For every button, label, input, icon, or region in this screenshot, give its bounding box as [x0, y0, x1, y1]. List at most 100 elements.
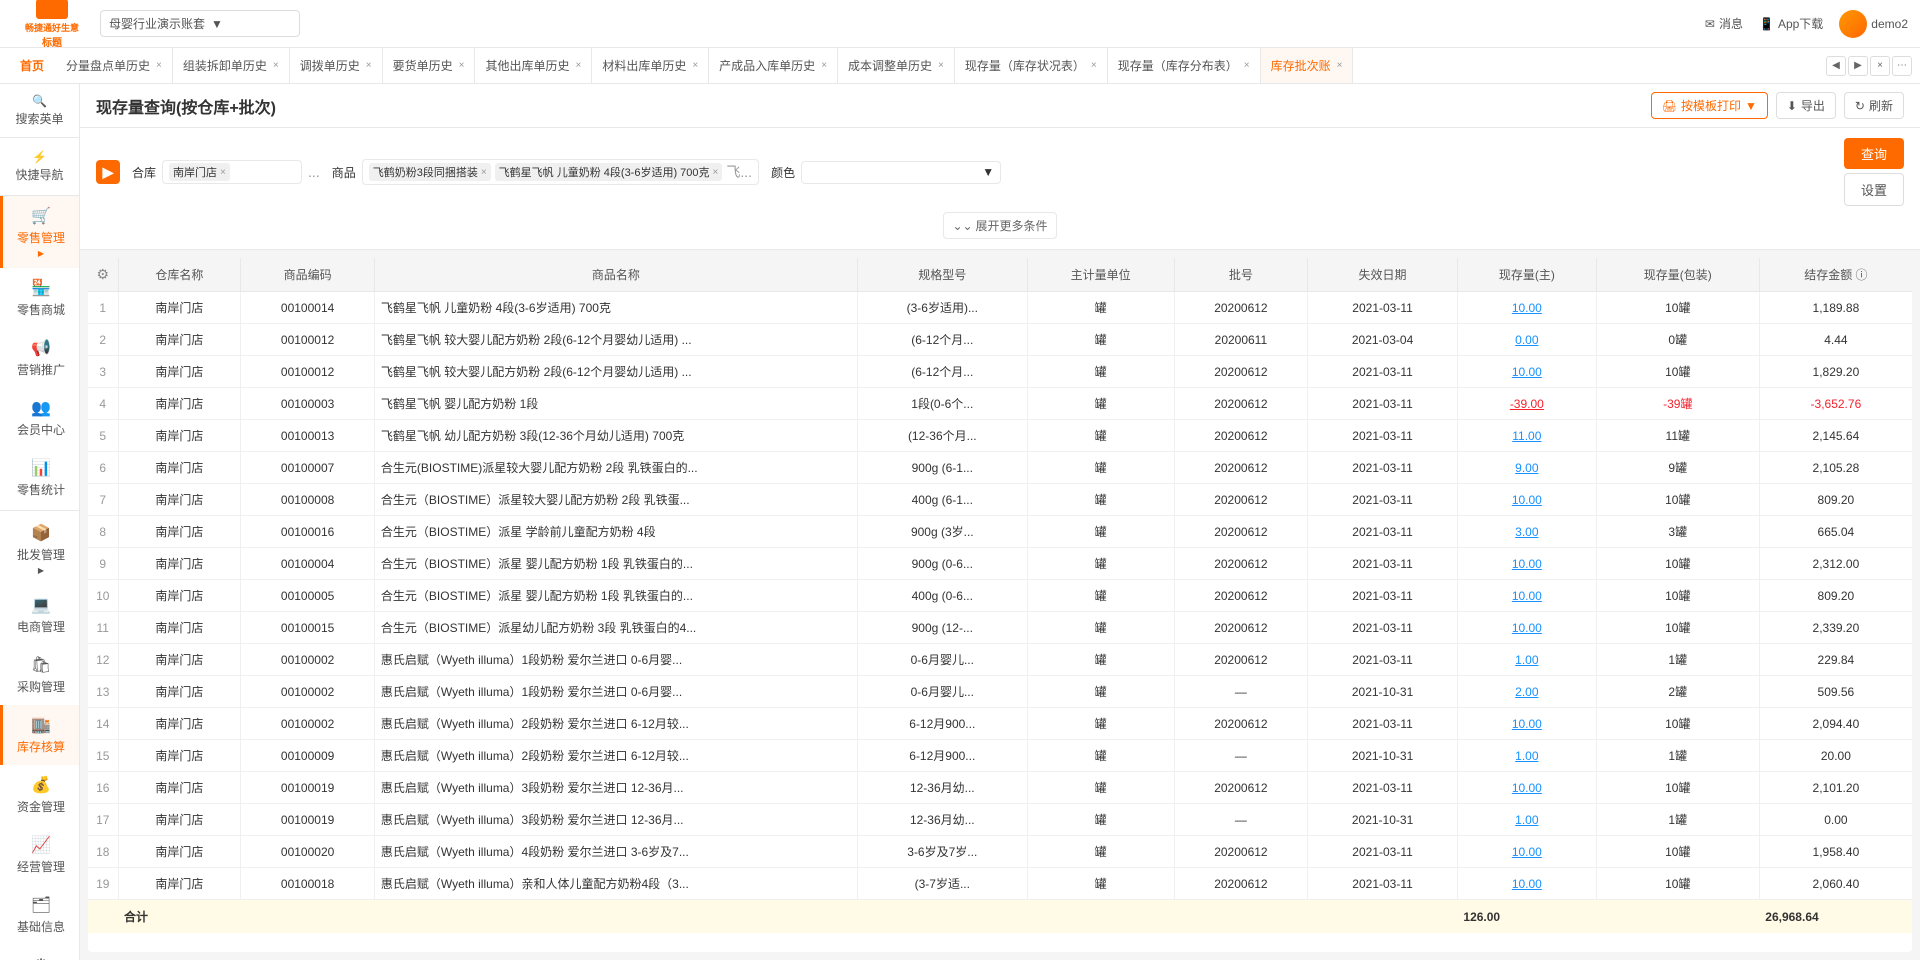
sidebar-item-retail-mgmt[interactable]: 🛒 零售管理 ▶: [0, 196, 79, 268]
row-qty-main[interactable]: 10.00: [1457, 868, 1596, 900]
tab-3-close-icon[interactable]: ×: [366, 60, 372, 71]
row-qty-main[interactable]: 10.00: [1457, 612, 1596, 644]
tab-prev-btn[interactable]: ◀: [1826, 56, 1846, 76]
tab-6-close-icon[interactable]: ×: [692, 60, 698, 71]
row-batch: 20200611: [1174, 324, 1308, 356]
row-qty-main[interactable]: 11.00: [1457, 420, 1596, 452]
sidebar-item-inventory[interactable]: 🏬 库存核算: [0, 705, 79, 765]
tab-next-btn[interactable]: ▶: [1848, 56, 1868, 76]
row-qty-pkg: 1罐: [1596, 804, 1759, 836]
row-qty-main[interactable]: 3.00: [1457, 516, 1596, 548]
row-qty-main[interactable]: 10.00: [1457, 484, 1596, 516]
sidebar-item-system[interactable]: ⚙ 系统管理: [0, 945, 79, 960]
messages-btn[interactable]: ✉ 消息: [1705, 15, 1743, 32]
row-qty-main[interactable]: 9.00: [1457, 452, 1596, 484]
tab-7-close-icon[interactable]: ×: [821, 60, 827, 71]
tab-4-label: 要货单历史: [393, 57, 453, 74]
refresh-btn[interactable]: ↻ 刷新: [1844, 92, 1904, 119]
row-expiry: 2021-03-11: [1308, 292, 1458, 324]
row-qty-main[interactable]: 0.00: [1457, 324, 1596, 356]
table-row: 12 南岸门店 00100002 惠氏启赋（Wyeth illuma）1段奶粉 …: [88, 644, 1912, 676]
row-warehouse: 南岸门店: [118, 676, 241, 708]
tab-11-close-icon[interactable]: ×: [1337, 60, 1343, 71]
tab-5-close-icon[interactable]: ×: [575, 60, 581, 71]
warehouse-tags-input[interactable]: 南岸门店 ×: [162, 160, 302, 184]
sidebar-item-basics[interactable]: 🗂 基础信息: [0, 885, 79, 945]
expand-more-btn[interactable]: ⌄⌄ 展开更多条件: [943, 212, 1056, 239]
product-tag-1-close-icon[interactable]: ×: [713, 167, 719, 178]
row-qty-main[interactable]: 10.00: [1457, 548, 1596, 580]
row-qty-main[interactable]: 2.00: [1457, 676, 1596, 708]
sidebar-item-retail-mall[interactable]: 🏪 零售商城: [0, 268, 79, 328]
sidebar-item-operations[interactable]: 📈 经营管理: [0, 825, 79, 885]
row-qty-main[interactable]: -39.00: [1457, 388, 1596, 420]
row-batch: —: [1174, 740, 1308, 772]
sidebar-item-finance[interactable]: 💰 资金管理: [0, 765, 79, 825]
tab-close-btn[interactable]: ×: [1870, 56, 1890, 76]
tab-2[interactable]: 组装拆卸单历史 ×: [173, 48, 290, 84]
row-qty-main[interactable]: 1.00: [1457, 804, 1596, 836]
row-qty-main[interactable]: 10.00: [1457, 836, 1596, 868]
tab-8-label: 成本调整单历史: [848, 57, 932, 74]
filter-expand-btn[interactable]: ▶: [96, 160, 120, 184]
query-btn[interactable]: 查询: [1844, 138, 1904, 169]
page-title: 现存量查询(按仓库+批次): [96, 94, 1651, 118]
row-qty-main[interactable]: 10.00: [1457, 580, 1596, 612]
warehouse-label: 合库: [132, 164, 156, 181]
row-qty-main[interactable]: 1.00: [1457, 740, 1596, 772]
row-qty-pkg: 3罐: [1596, 516, 1759, 548]
sidebar-item-wholesale[interactable]: 📦 批发管理 ▶: [0, 513, 79, 585]
tab-4[interactable]: 要货单历史 ×: [383, 48, 476, 84]
col-settings[interactable]: ⚙: [88, 258, 118, 292]
user-area[interactable]: demo2: [1839, 10, 1908, 38]
tab-2-close-icon[interactable]: ×: [273, 60, 279, 71]
sidebar-item-purchase[interactable]: 🛍 采购管理: [0, 645, 79, 705]
row-qty-main[interactable]: 10.00: [1457, 356, 1596, 388]
row-qty-main[interactable]: 1.00: [1457, 644, 1596, 676]
tab-7[interactable]: 产成品入库单历史 ×: [709, 48, 838, 84]
color-dropdown[interactable]: ▼: [801, 161, 1001, 184]
row-warehouse: 南岸门店: [118, 804, 241, 836]
tab-1-close-icon[interactable]: ×: [156, 60, 162, 71]
product-tags-input[interactable]: 飞鹤奶粉3段同捆搭装 × 飞鹤星飞帆 儿童奶粉 4段(3-6岁适用) 700克 …: [362, 159, 759, 185]
tab-9-label: 现存量（库存状况表）: [965, 57, 1085, 74]
table-gear-icon[interactable]: ⚙: [96, 266, 109, 282]
print-btn[interactable]: 🖨 按模板打印 ▼: [1651, 92, 1768, 119]
row-spec: (6-12个月...: [857, 324, 1027, 356]
sidebar-item-member-center[interactable]: 👥 会员中心: [0, 388, 79, 448]
tab-11[interactable]: 库存批次账 ×: [1261, 48, 1354, 84]
tab-6[interactable]: 材料出库单历史 ×: [592, 48, 709, 84]
tab-8[interactable]: 成本调整单历史 ×: [838, 48, 955, 84]
tab-8-close-icon[interactable]: ×: [938, 60, 944, 71]
tab-4-close-icon[interactable]: ×: [459, 60, 465, 71]
tab-10[interactable]: 现存量（库存分布表） ×: [1108, 48, 1261, 84]
company-dropdown[interactable]: 母婴行业演示账套 ▼: [100, 10, 300, 37]
row-qty-main[interactable]: 10.00: [1457, 292, 1596, 324]
tab-2-label: 组装拆卸单历史: [183, 57, 267, 74]
row-qty-main[interactable]: 10.00: [1457, 708, 1596, 740]
sidebar-item-retail-stats[interactable]: 📊 零售统计: [0, 448, 79, 508]
tab-9-close-icon[interactable]: ×: [1091, 60, 1097, 71]
search-menu-btn[interactable]: 🔍 搜索英单: [6, 90, 73, 131]
export-btn[interactable]: ⬇ 导出: [1776, 92, 1836, 119]
tab-menu-btn[interactable]: ⋯: [1892, 56, 1912, 76]
tab-5[interactable]: 其他出库单历史 ×: [475, 48, 592, 84]
row-batch: 20200612: [1174, 644, 1308, 676]
tab-5-label: 其他出库单历史: [485, 57, 569, 74]
product-tag-0-close-icon[interactable]: ×: [481, 167, 487, 178]
sidebar-item-ecommerce[interactable]: 💻 电商管理: [0, 585, 79, 645]
tab-10-close-icon[interactable]: ×: [1244, 60, 1250, 71]
sidebar-item-marketing[interactable]: 📢 营销推广: [0, 328, 79, 388]
tab-home[interactable]: 首页: [8, 57, 56, 74]
table-row: 15 南岸门店 00100009 惠氏启赋（Wyeth illuma）2段奶粉 …: [88, 740, 1912, 772]
warehouse-tag-0-close-icon[interactable]: ×: [220, 167, 226, 178]
tab-1[interactable]: 分量盘点单历史 ×: [56, 48, 173, 84]
tab-9[interactable]: 现存量（库存状况表） ×: [955, 48, 1108, 84]
shortcut-nav-btn[interactable]: ⚡ 快捷导航: [4, 142, 75, 191]
app-download-btn[interactable]: 📱 App下载: [1759, 15, 1823, 32]
row-qty-main[interactable]: 10.00: [1457, 772, 1596, 804]
tab-3[interactable]: 调拨单历史 ×: [290, 48, 383, 84]
settings-btn[interactable]: 设置: [1844, 173, 1904, 206]
row-name: 合生元（BIOSTIME）派星较大婴儿配方奶粉 2段 乳铁蛋...: [374, 484, 857, 516]
header-actions: 🖨 按模板打印 ▼ ⬇ 导出 ↻ 刷新: [1651, 92, 1904, 119]
